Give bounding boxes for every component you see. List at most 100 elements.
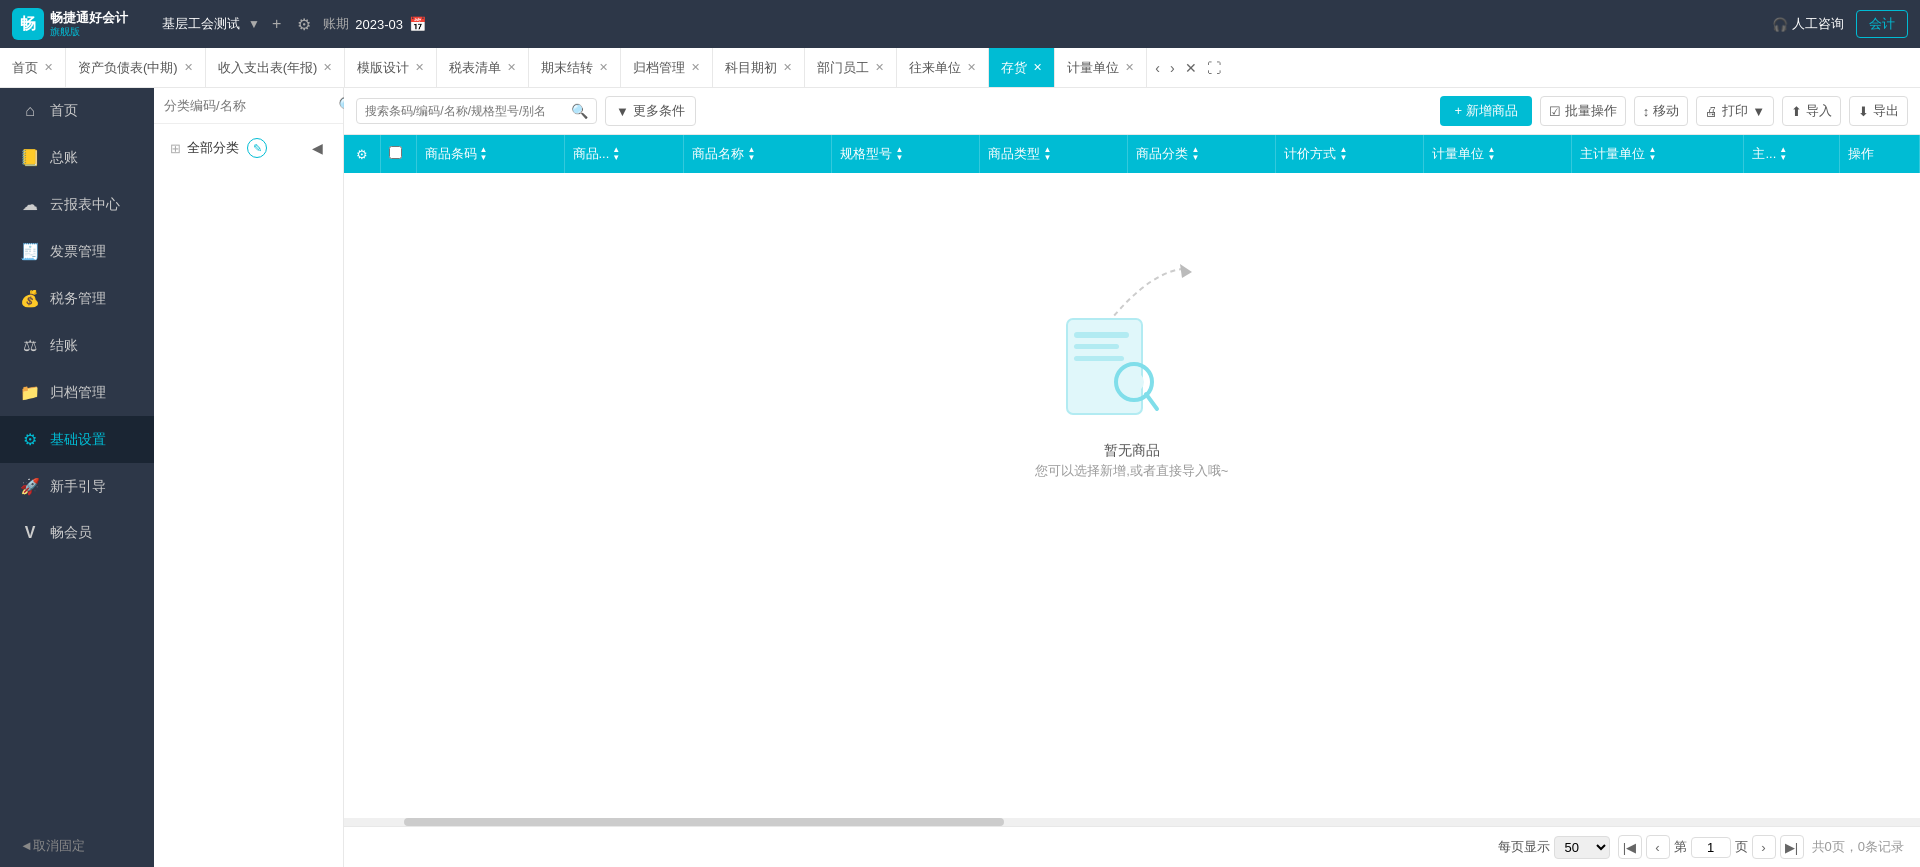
col-code[interactable]: 商品...▲▼ (564, 135, 684, 173)
print-button[interactable]: 🖨 打印 ▼ (1696, 96, 1774, 126)
sidebar-item-guide[interactable]: 🚀 新手引导 (0, 463, 154, 510)
tab-balance-close[interactable]: ✕ (184, 61, 193, 74)
sidebar-item-archive-label: 归档管理 (50, 384, 106, 402)
export-button[interactable]: ⬇ 导出 (1849, 96, 1908, 126)
col-barcode[interactable]: 商品条码▲▼ (416, 135, 564, 173)
tab-inventory[interactable]: 存货 ✕ (989, 48, 1055, 88)
user-role-button[interactable]: 会计 (1856, 10, 1908, 38)
prev-page-button[interactable]: ‹ (1646, 835, 1670, 859)
add-product-button[interactable]: + 新增商品 (1440, 96, 1531, 126)
col-unit[interactable]: 计量单位▲▼ (1424, 135, 1572, 173)
tab-expand-button[interactable]: ⛶ (1203, 58, 1225, 78)
sidebar-item-vip[interactable]: V 畅会员 (0, 510, 154, 556)
left-search-bar: 🔍 (154, 88, 343, 124)
tab-next-button[interactable]: › (1166, 58, 1179, 78)
sidebar-item-archive[interactable]: 📁 归档管理 (0, 369, 154, 416)
sidebar-item-home-label: 首页 (50, 102, 78, 120)
tab-dept[interactable]: 部门员工 ✕ (805, 48, 897, 88)
first-page-button[interactable]: |◀ (1618, 835, 1642, 859)
tab-template[interactable]: 模版设计 ✕ (345, 48, 437, 88)
col-main-abbr[interactable]: 主...▲▼ (1744, 135, 1840, 173)
tab-home-close[interactable]: ✕ (44, 61, 53, 74)
category-tree: ⊞ 全部分类 ✎ ◀ (154, 124, 343, 172)
export-icon: ⬇ (1858, 104, 1869, 119)
tab-tax-list-close[interactable]: ✕ (507, 61, 516, 74)
tab-subject-close[interactable]: ✕ (783, 61, 792, 74)
cloud-icon: ☁ (20, 195, 40, 214)
scrollbar-thumb[interactable] (404, 818, 1004, 826)
tab-balance-sheet[interactable]: 资产负债表(中期) ✕ (66, 48, 206, 88)
workspace-dropdown-icon[interactable]: ▼ (248, 17, 260, 31)
service-button[interactable]: 🎧 人工咨询 (1772, 15, 1844, 33)
col-type[interactable]: 商品类型▲▼ (980, 135, 1128, 173)
tab-close-all-button[interactable]: ✕ (1181, 58, 1201, 78)
sidebar-item-settle[interactable]: ⚖ 结账 (0, 322, 154, 369)
sidebar-item-reports[interactable]: ☁ 云报表中心 (0, 181, 154, 228)
sidebar-item-settings-label: 基础设置 (50, 431, 106, 449)
tab-partner-close[interactable]: ✕ (967, 61, 976, 74)
tab-template-close[interactable]: ✕ (415, 61, 424, 74)
calendar-icon[interactable]: 📅 (409, 16, 426, 32)
header-add-button[interactable]: + (268, 11, 285, 37)
sidebar-item-home[interactable]: ⌂ 首页 (0, 88, 154, 134)
col-settings[interactable]: ⚙ (344, 135, 380, 173)
product-search-icon[interactable]: 🔍 (571, 103, 588, 119)
filter-button[interactable]: ▼ 更多条件 (605, 96, 696, 126)
guide-icon: 🚀 (20, 477, 40, 496)
tab-period-end-label: 期末结转 (541, 59, 593, 77)
horizontal-scrollbar[interactable] (344, 818, 1920, 826)
col-main-unit[interactable]: 主计量单位▲▼ (1572, 135, 1744, 173)
tab-unit[interactable]: 计量单位 ✕ (1055, 48, 1147, 88)
empty-title: 暂无商品 (1035, 442, 1228, 460)
next-page-button[interactable]: › (1752, 835, 1776, 859)
svg-line-7 (1146, 394, 1157, 409)
import-button[interactable]: ⬆ 导入 (1782, 96, 1841, 126)
last-page-button[interactable]: ▶| (1780, 835, 1804, 859)
sidebar-item-settle-label: 结账 (50, 337, 78, 355)
top-header: 畅 畅捷通好会计 旗舰版 基层工会测试 ▼ + ⚙ 账期 2023-03 📅 🎧… (0, 0, 1920, 48)
move-button[interactable]: ↕ 移动 (1634, 96, 1689, 126)
tab-income[interactable]: 收入支出表(年报) ✕ (206, 48, 346, 88)
col-category[interactable]: 商品分类▲▼ (1128, 135, 1276, 173)
empty-state: 暂无商品 您可以选择新增,或者直接导入哦~ (344, 173, 1920, 573)
tab-inventory-close[interactable]: ✕ (1033, 61, 1042, 74)
per-page-dropdown[interactable]: 50 100 200 (1554, 836, 1610, 859)
tab-template-label: 模版设计 (357, 59, 409, 77)
tab-archive[interactable]: 归档管理 ✕ (621, 48, 713, 88)
sidebar-item-ledger[interactable]: 📒 总账 (0, 134, 154, 181)
col-name[interactable]: 商品名称▲▼ (684, 135, 832, 173)
tab-partner-label: 往来单位 (909, 59, 961, 77)
sidebar-item-reports-label: 云报表中心 (50, 196, 120, 214)
category-search-input[interactable] (164, 98, 332, 113)
tab-prev-button[interactable]: ‹ (1151, 58, 1164, 78)
col-checkbox[interactable] (380, 135, 416, 173)
tab-partner[interactable]: 往来单位 ✕ (897, 48, 989, 88)
sidebar-item-invoice-label: 发票管理 (50, 243, 106, 261)
sidebar-item-invoice[interactable]: 🧾 发票管理 (0, 228, 154, 275)
period-value: 2023-03 (355, 17, 403, 32)
tree-root-item[interactable]: ⊞ 全部分类 ✎ ◀ (162, 132, 335, 164)
tab-period-end[interactable]: 期末结转 ✕ (529, 48, 621, 88)
header-period: 账期 2023-03 📅 (323, 15, 426, 33)
tree-edit-button[interactable]: ✎ (247, 138, 267, 158)
header-settings-button[interactable]: ⚙ (293, 11, 315, 38)
tab-unit-close[interactable]: ✕ (1125, 61, 1134, 74)
col-pricing[interactable]: 计价方式▲▼ (1276, 135, 1424, 173)
tree-collapse-button[interactable]: ◀ (307, 138, 327, 158)
select-all-checkbox[interactable] (389, 146, 402, 159)
workspace-name[interactable]: 基层工会测试 (162, 15, 240, 33)
tab-income-close[interactable]: ✕ (323, 61, 332, 74)
tab-tax-list[interactable]: 税表清单 ✕ (437, 48, 529, 88)
sidebar-unpin-button[interactable]: ◄取消固定 (0, 825, 154, 867)
product-search-input[interactable] (365, 104, 565, 118)
tab-archive-close[interactable]: ✕ (691, 61, 700, 74)
page-input[interactable] (1691, 837, 1731, 858)
col-spec[interactable]: 规格型号▲▼ (832, 135, 980, 173)
sidebar-item-tax[interactable]: 💰 税务管理 (0, 275, 154, 322)
tab-dept-close[interactable]: ✕ (875, 61, 884, 74)
tab-subject[interactable]: 科目期初 ✕ (713, 48, 805, 88)
sidebar-item-settings[interactable]: ⚙ 基础设置 (0, 416, 154, 463)
tab-period-end-close[interactable]: ✕ (599, 61, 608, 74)
batch-operation-button[interactable]: ☑ 批量操作 (1540, 96, 1626, 126)
tab-home[interactable]: 首页 ✕ (0, 48, 66, 88)
